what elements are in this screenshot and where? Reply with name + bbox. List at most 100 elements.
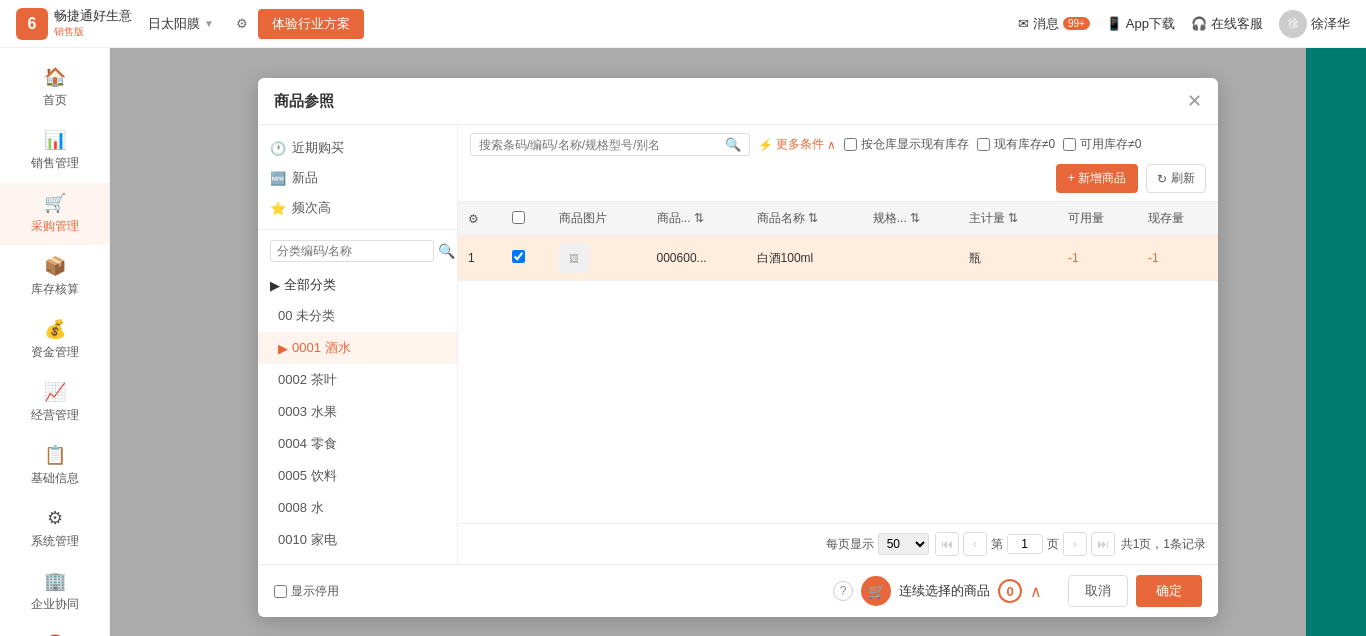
category-label: 00 未分类 bbox=[278, 308, 335, 323]
warehouse-stock-checkbox[interactable]: 按仓库显示现有库存 bbox=[844, 136, 969, 153]
sidebar-item-guide[interactable]: 🎯 新手引导 bbox=[0, 623, 109, 636]
sidebar-item-label: 首页 bbox=[43, 92, 67, 109]
new-icon: 🆕 bbox=[270, 171, 286, 186]
warehouse-stock-check[interactable] bbox=[844, 138, 857, 151]
row-select-checkbox[interactable] bbox=[512, 250, 525, 263]
select-all-checkbox[interactable] bbox=[512, 211, 525, 224]
last-page-button[interactable]: ⏭ bbox=[1091, 532, 1115, 556]
col-unit-label: 主计量 bbox=[969, 211, 1005, 225]
recent-purchase-item[interactable]: 🕐 近期购买 bbox=[258, 133, 457, 163]
modal-close-icon[interactable]: ✕ bbox=[1187, 90, 1202, 112]
show-disabled-check[interactable] bbox=[274, 585, 287, 598]
show-disabled-label: 显示停用 bbox=[291, 583, 339, 600]
filter-button[interactable]: ⚡ 更多条件 ∧ bbox=[758, 136, 836, 153]
sidebar-item-purchase[interactable]: 🛒 采购管理 bbox=[0, 182, 109, 245]
user-avatar: 徐 bbox=[1279, 10, 1307, 38]
col-name[interactable]: 商品名称 ⇅ bbox=[747, 202, 863, 236]
message-nav-item[interactable]: ✉ 消息 99+ bbox=[1018, 15, 1090, 33]
sales-icon: 📊 bbox=[44, 129, 66, 151]
company-name: 日太阳膜 bbox=[148, 15, 200, 33]
category-search-input[interactable] bbox=[270, 240, 434, 262]
next-page-button[interactable]: › bbox=[1063, 532, 1087, 556]
company-dropdown[interactable]: 日太阳膜 ▼ bbox=[136, 15, 226, 33]
category-item-0004[interactable]: 0004 零食 bbox=[258, 428, 457, 460]
new-product-item[interactable]: 🆕 新品 bbox=[258, 163, 457, 193]
category-item-00[interactable]: 00 未分类 bbox=[258, 300, 457, 332]
user-item[interactable]: 徐 徐泽华 bbox=[1279, 10, 1350, 38]
add-product-button[interactable]: + 新增商品 bbox=[1056, 164, 1138, 193]
confirm-button[interactable]: 确定 bbox=[1136, 575, 1202, 607]
help-icon[interactable]: ? bbox=[833, 581, 853, 601]
sidebar-item-enterprise[interactable]: 🏢 企业协同 bbox=[0, 560, 109, 623]
category-item-0001[interactable]: ▶ 0001 酒水 bbox=[258, 332, 457, 364]
cart-count: 0 bbox=[998, 579, 1022, 603]
category-label: 0004 零食 bbox=[278, 436, 337, 451]
logo-area: 6 畅捷通好生意 销售版 bbox=[16, 8, 136, 40]
nav-right: ✉ 消息 99+ 📱 App下载 🎧 在线客服 徐 徐泽华 bbox=[1018, 10, 1350, 38]
enterprise-icon: 🏢 bbox=[44, 570, 66, 592]
category-label: 0010 家电 bbox=[278, 532, 337, 547]
sidebar-item-inventory[interactable]: 📦 库存核算 bbox=[0, 245, 109, 308]
business-icon: 📈 bbox=[44, 381, 66, 403]
col-unit[interactable]: 主计量 ⇅ bbox=[959, 202, 1058, 236]
col-spec[interactable]: 规格... ⇅ bbox=[863, 202, 959, 236]
category-search-button[interactable]: 🔍 bbox=[438, 243, 455, 259]
sidebar-item-label: 资金管理 bbox=[31, 344, 79, 361]
table-row[interactable]: 1 🖼 000600... 白酒100ml 瓶 bbox=[458, 236, 1218, 281]
sidebar-item-finance[interactable]: 💰 资金管理 bbox=[0, 308, 109, 371]
prev-page-button[interactable]: ‹ bbox=[963, 532, 987, 556]
cart-info: ? 🛒 连续选择的商品 0 ∧ bbox=[833, 576, 1042, 606]
cart-icon[interactable]: 🛒 bbox=[861, 576, 891, 606]
toolbar: 🔍 ⚡ 更多条件 ∧ 按仓库显示现有库存 bbox=[458, 125, 1218, 202]
sidebar-item-sales[interactable]: 📊 销售管理 bbox=[0, 119, 109, 182]
category-item-0010[interactable]: 0010 家电 bbox=[258, 524, 457, 556]
row-checkbox[interactable] bbox=[502, 236, 549, 281]
sidebar-item-system[interactable]: ⚙ 系统管理 bbox=[0, 497, 109, 560]
category-item-0005[interactable]: 0005 饮料 bbox=[258, 460, 457, 492]
settings-icon[interactable]: ⚙ bbox=[226, 8, 258, 40]
filter-label: 更多条件 bbox=[776, 136, 824, 153]
product-table: ⚙ 商品图片 商品... ⇅ 商品名称 bbox=[458, 202, 1218, 281]
show-disabled-checkbox[interactable]: 显示停用 bbox=[274, 583, 339, 600]
inventory-icon: 📦 bbox=[44, 255, 66, 277]
current-stock-check[interactable] bbox=[977, 138, 990, 151]
sort-name-icon: ⇅ bbox=[808, 211, 818, 225]
all-categories-item[interactable]: ▶ 全部分类 bbox=[258, 270, 457, 300]
footer-buttons: 取消 确定 bbox=[1068, 575, 1202, 607]
category-label: 0003 水果 bbox=[278, 404, 337, 419]
category-item-0002[interactable]: 0002 茶叶 bbox=[258, 364, 457, 396]
col-code-label: 商品... bbox=[657, 211, 691, 225]
sidebar-item-home[interactable]: 🏠 首页 bbox=[0, 56, 109, 119]
col-code[interactable]: 商品... ⇅ bbox=[647, 202, 747, 236]
refresh-button[interactable]: ↻ 刷新 bbox=[1146, 164, 1206, 193]
category-item-0003[interactable]: 0003 水果 bbox=[258, 396, 457, 428]
high-freq-item[interactable]: ⭐ 频次高 bbox=[258, 193, 457, 223]
sidebar-item-business[interactable]: 📈 经营管理 bbox=[0, 371, 109, 434]
available-stock-check[interactable] bbox=[1063, 138, 1076, 151]
category-item-0008[interactable]: 0008 水 bbox=[258, 492, 457, 524]
sidebar-item-label: 经营管理 bbox=[31, 407, 79, 424]
star-icon: ⭐ bbox=[270, 201, 286, 216]
trial-button[interactable]: 体验行业方案 bbox=[258, 9, 364, 39]
category-label: 0001 酒水 bbox=[292, 339, 351, 357]
sidebar-item-basic[interactable]: 📋 基础信息 bbox=[0, 434, 109, 497]
page-input[interactable] bbox=[1007, 534, 1043, 554]
current-stock-checkbox[interactable]: 现有库存≠0 bbox=[977, 136, 1055, 153]
available-stock-label: 可用库存≠0 bbox=[1080, 136, 1141, 153]
user-name: 徐泽华 bbox=[1311, 15, 1350, 33]
product-search-input[interactable] bbox=[479, 138, 721, 152]
sidebar-item-label: 销售管理 bbox=[31, 155, 79, 172]
col-settings[interactable]: ⚙ bbox=[458, 202, 502, 236]
per-page-dropdown[interactable]: 50 10 20 100 bbox=[878, 533, 929, 555]
app-download-item[interactable]: 📱 App下载 bbox=[1106, 15, 1175, 33]
collapse-cart-icon[interactable]: ∧ bbox=[1030, 582, 1042, 601]
available-stock-checkbox[interactable]: 可用库存≠0 bbox=[1063, 136, 1141, 153]
first-page-button[interactable]: ⏮ bbox=[935, 532, 959, 556]
row-available: -1 bbox=[1058, 236, 1138, 281]
triangle-icon: ▶ bbox=[270, 278, 280, 293]
cancel-button[interactable]: 取消 bbox=[1068, 575, 1128, 607]
message-icon: ✉ bbox=[1018, 16, 1029, 31]
col-checkbox[interactable] bbox=[502, 202, 549, 236]
page-size-select: 每页显示 50 10 20 100 bbox=[826, 533, 929, 555]
service-item[interactable]: 🎧 在线客服 bbox=[1191, 15, 1263, 33]
